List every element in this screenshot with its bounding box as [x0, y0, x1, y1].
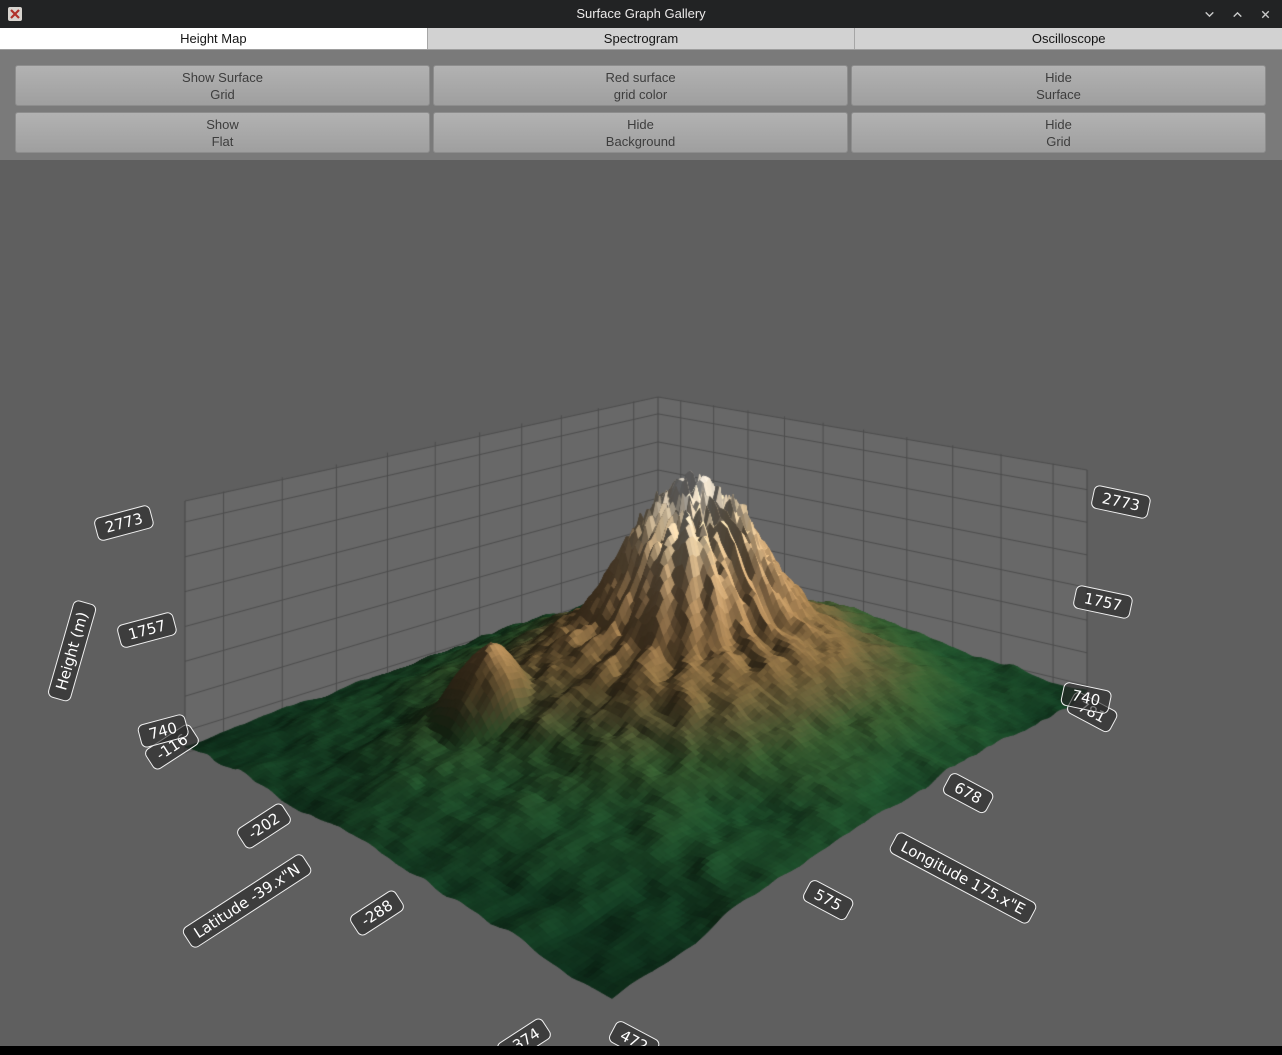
button-label-line: Red surface [434, 69, 847, 86]
button-label-line: Hide [852, 116, 1265, 133]
show-flat-button[interactable]: Show Flat [15, 112, 430, 153]
button-label-line: Flat [16, 133, 429, 150]
button-label-line: Hide [434, 116, 847, 133]
hide-background-button[interactable]: Hide Background [433, 112, 848, 153]
close-button[interactable] [1258, 7, 1272, 21]
chevron-up-icon [1231, 8, 1244, 21]
button-label-line: Hide [852, 69, 1265, 86]
tab-spectrogram[interactable]: Spectrogram [428, 28, 856, 49]
red-surface-grid-color-button[interactable]: Red surface grid color [433, 65, 848, 106]
tab-oscilloscope[interactable]: Oscilloscope [855, 28, 1282, 49]
window-title: Surface Graph Gallery [0, 0, 1282, 28]
minimize-button[interactable] [1202, 7, 1216, 21]
show-surface-grid-button[interactable]: Show Surface Grid [15, 65, 430, 106]
app-window: Surface Graph Gallery Height Map Spectro… [0, 0, 1282, 1046]
surface-plot-area: 781 678 575 472 Longitude 175.x"E -116 -… [0, 160, 1282, 1046]
button-label-line: grid color [434, 86, 847, 103]
button-label-line: Grid [16, 86, 429, 103]
button-label-line: Grid [852, 133, 1265, 150]
toolbar: Show Surface Grid Red surface grid color… [0, 50, 1282, 160]
hide-surface-button[interactable]: Hide Surface [851, 65, 1266, 106]
hide-grid-button[interactable]: Hide Grid [851, 112, 1266, 153]
button-label-line: Show Surface [16, 69, 429, 86]
button-label-line: Background [434, 133, 847, 150]
titlebar[interactable]: Surface Graph Gallery [0, 0, 1282, 28]
window-controls [1202, 0, 1272, 28]
maximize-button[interactable] [1230, 7, 1244, 21]
tab-height-map[interactable]: Height Map [0, 28, 428, 49]
button-label-line: Show [16, 116, 429, 133]
tab-bar: Height Map Spectrogram Oscilloscope [0, 28, 1282, 50]
chevron-down-icon [1203, 8, 1216, 21]
close-icon [1259, 8, 1272, 21]
button-label-line: Surface [852, 86, 1265, 103]
